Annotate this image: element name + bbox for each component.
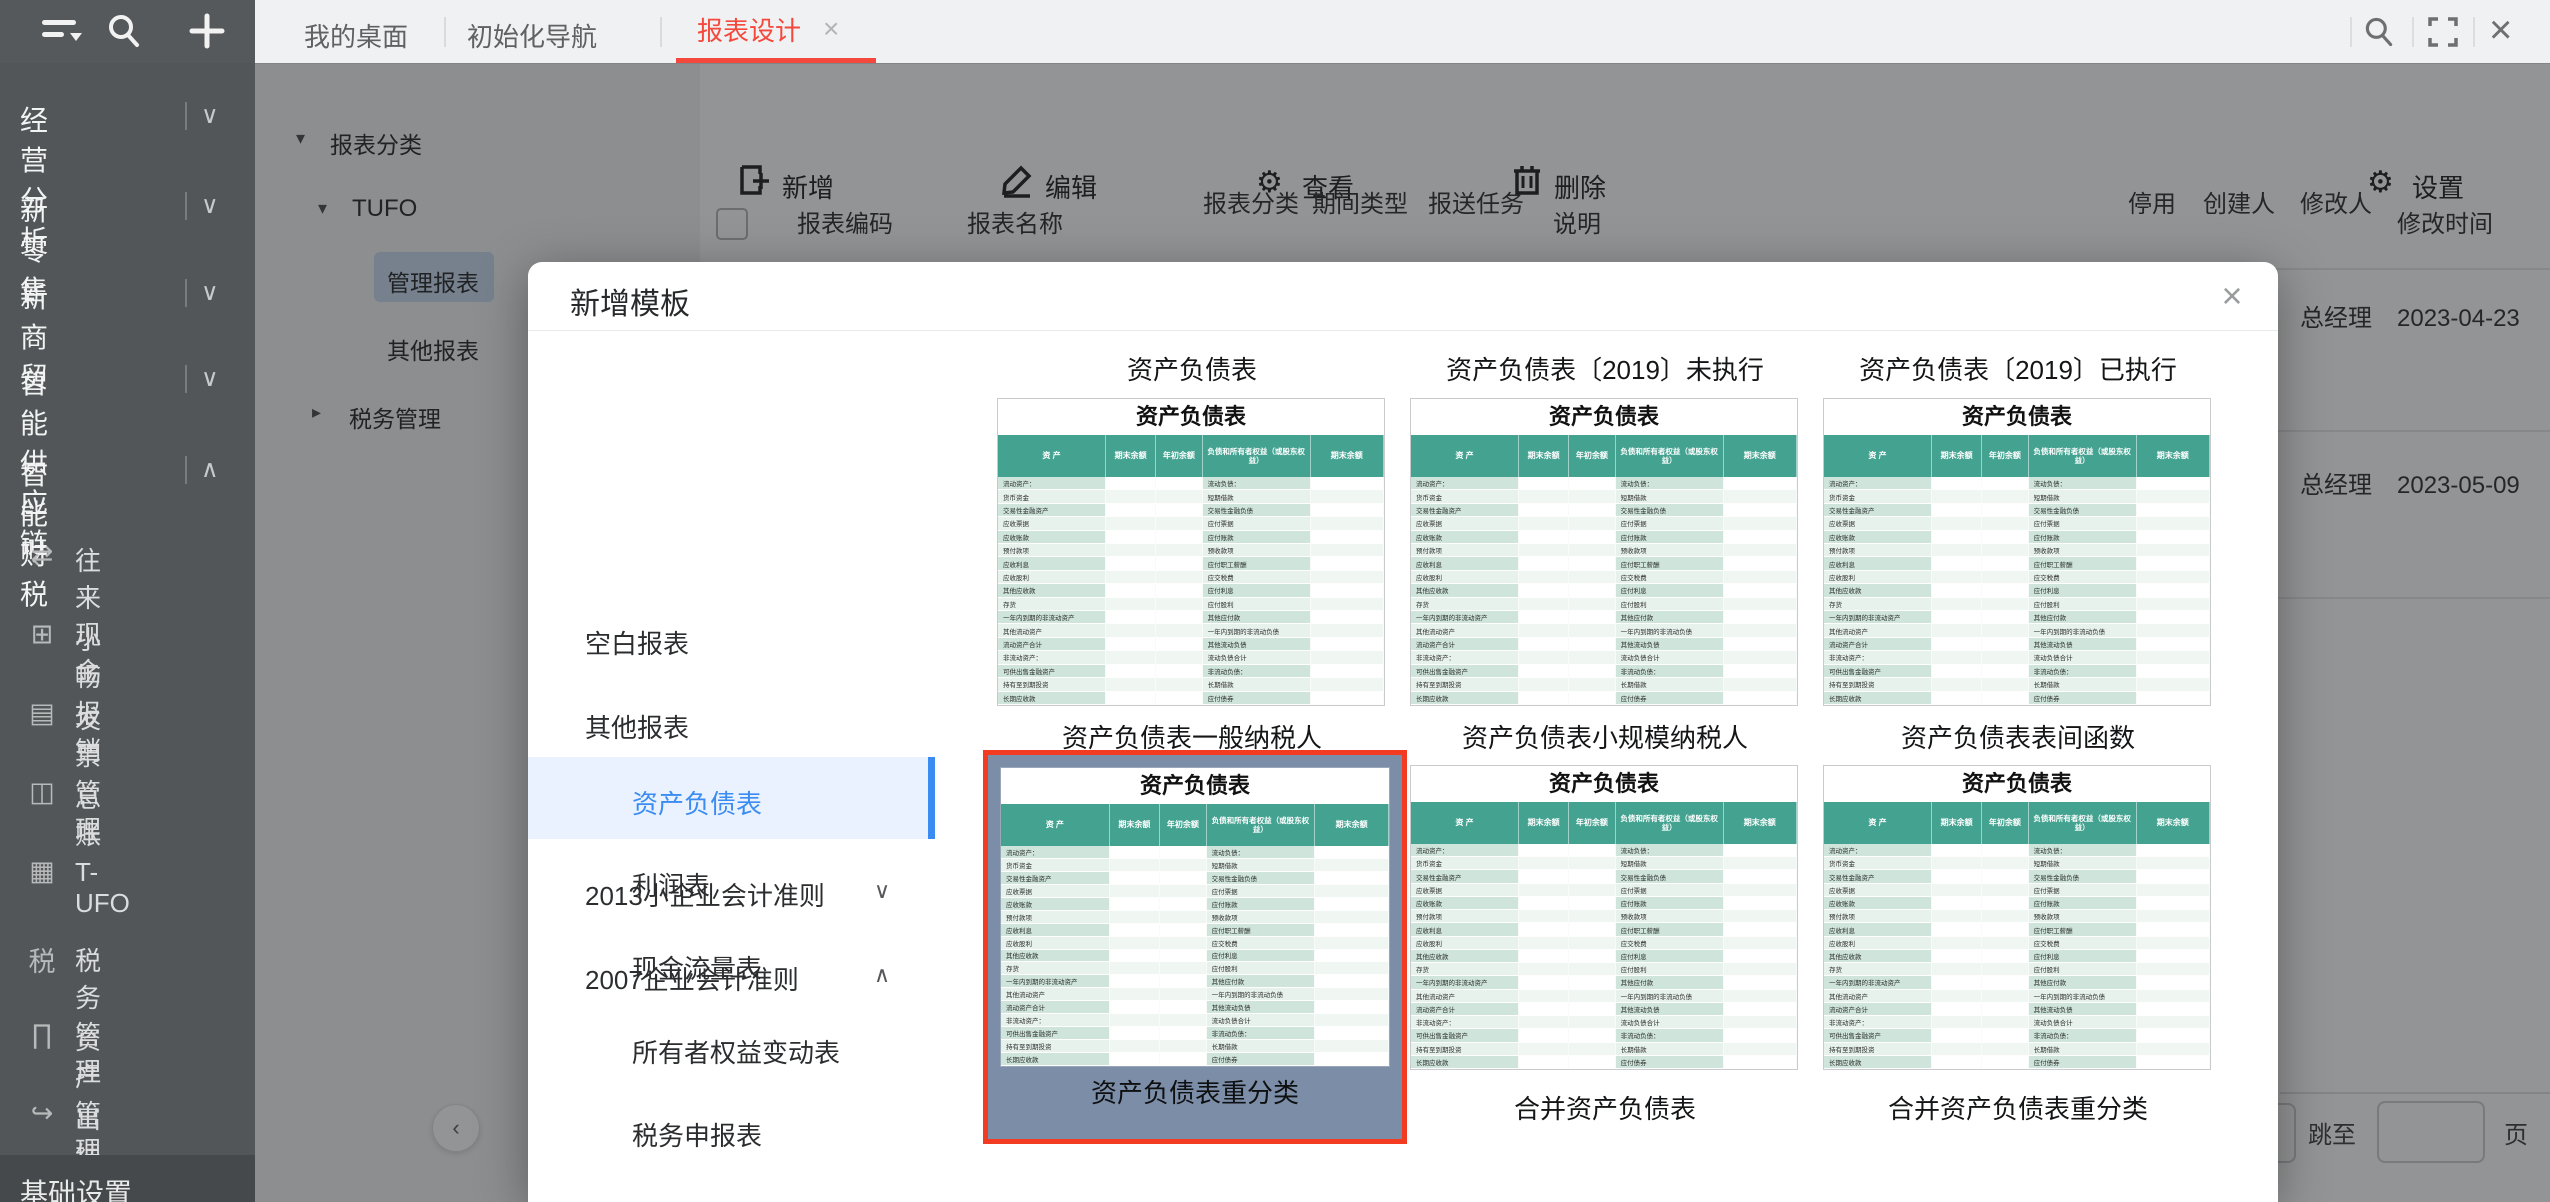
balance-sheet-thumbnail: 资产负债表资 产期末余额 年初余额 负债和所有者权益（或股东权益） 期末余额 流动资产：… (1824, 766, 2210, 1069)
chevron-up-icon[interactable]: ∧ (201, 455, 219, 484)
template-label: 合并资产负债表 (1513, 1094, 1696, 1124)
tab-report-design-label: 报表设计 (697, 15, 802, 46)
template-nav-cash-flow[interactable]: 现金流量表 (632, 949, 762, 986)
ledger-icon: ◫ (29, 777, 55, 807)
sidebar-header (0, 0, 255, 63)
template-card-general-taxpayer[interactable]: 资产负债表资 产期末余额 年初余额 负债和所有者权益（或股东权益） 期末余额 流动资产：… (997, 398, 1385, 706)
divider (185, 456, 187, 484)
template-nav-blank-report[interactable]: 空白报表 (585, 624, 689, 661)
chevron-down-icon[interactable]: ∨ (201, 364, 219, 393)
plus-icon[interactable] (188, 12, 226, 50)
tax-card-icon: 税 (28, 947, 56, 977)
blocks-plus-icon: ⊞ (30, 619, 54, 649)
template-label: 资产负债表 (1126, 355, 1257, 385)
template-card-small-scale-taxpayer[interactable]: 资产负债表资 产期末余额 年初余额 负债和所有者权益（或股东权益） 期末余额 流动资产：… (1410, 398, 1798, 706)
sidebar-item-t-ufo[interactable]: T-UFO (75, 857, 130, 919)
balance-sheet-thumbnail: 资产负债表资 产期末余额 年初余额 负债和所有者权益（或股东权益） 期末余额 流动资产：… (1000, 767, 1390, 1067)
global-search-icon[interactable] (2362, 15, 2396, 49)
sidebar-item-basic-settings[interactable]: 基础设置 (0, 1155, 255, 1202)
template-card-consolidated[interactable]: 资产负债表资 产期末余额 年初余额 负债和所有者权益（或股东权益） 期末余额 流动资产：… (1410, 765, 1798, 1070)
chevron-down-icon[interactable]: ∨ (201, 101, 219, 130)
tab-report-design[interactable]: 报表设计 × (676, 0, 876, 63)
divider (185, 192, 187, 220)
doc-arrow-icon: ↪ (30, 1098, 54, 1128)
divider (185, 102, 187, 130)
icon-divider (2473, 17, 2475, 47)
invoice-icon: ▤ (29, 698, 55, 728)
template-card-reclassified-selected[interactable]: 资产负债表资 产期末余额 年初余额 负债和所有者权益（或股东权益） 期末余额 流动资产：… (983, 750, 1407, 1144)
template-label: 合并资产负债表重分类 (1887, 1094, 2148, 1124)
balance-sheet-thumbnail: 资产负债表资 产期末余额 年初余额 负债和所有者权益（或股东权益） 期末余额 流动资产：… (1411, 766, 1797, 1069)
selected-template-label: 资产负债表重分类 (1090, 1078, 1299, 1108)
basic-settings-label: 基础设置 (20, 1178, 133, 1202)
divider (185, 365, 187, 393)
icon-divider (2350, 17, 2352, 47)
app-root: 我的桌面 初始化导航 报表设计 × × 经营分析 ∨ 新零售 ∨ 新商贸 ∨ 智… (0, 0, 2550, 1202)
tab-bar (255, 0, 2550, 64)
template-nav-other-reports[interactable]: 其他报表 (585, 708, 689, 745)
chevron-down-icon[interactable]: ∨ (201, 191, 219, 220)
sidebar-item-smart-finance-tax[interactable]: 智能财税 (20, 453, 49, 613)
template-label: 资产负债表〔2019〕已执行 (1859, 355, 2177, 385)
balance-sheet-thumbnail: 资产负债表资 产期末余额 年初余额 负债和所有者权益（或股东权益） 期末余额 流动资产：… (998, 399, 1384, 705)
template-card-consolidated-reclassified[interactable]: 资产负债表资 产期末余额 年初余额 负债和所有者权益（或股东权益） 期末余额 流动资产：… (1823, 765, 2211, 1070)
sidebar-item-general-ledger[interactable]: 总账 (75, 778, 101, 852)
template-nav-balance-sheet[interactable]: 资产负债表 (632, 784, 762, 821)
template-nav-tax-declaration[interactable]: 税务申报表 (632, 1116, 762, 1153)
template-label: 资产负债表〔2019〕未执行 (1446, 355, 1764, 385)
tab-init-nav[interactable]: 初始化导航 (467, 17, 597, 54)
ufo-building-icon: ▦ (29, 856, 55, 886)
divider (185, 279, 187, 307)
tab-divider (444, 17, 446, 47)
window-close-icon[interactable]: × (2489, 8, 2512, 53)
template-card-cross-sheet-function[interactable]: 资产负债表资 产期末余额 年初余额 负债和所有者权益（或股东权益） 期末余额 流动资产：… (1823, 398, 2211, 706)
tab-divider (660, 17, 662, 47)
menu-icon[interactable] (40, 18, 86, 46)
tab-close-icon[interactable]: × (823, 13, 839, 45)
modal-title: 新增模板 (570, 288, 690, 321)
modal-close-icon[interactable]: × (2210, 274, 2254, 318)
modal-header: 新增模板 × (528, 262, 2278, 331)
template-label: 资产负债表小规模纳税人 (1461, 723, 1748, 753)
icon-divider (2412, 17, 2414, 47)
chevron-down-icon[interactable]: ∨ (874, 878, 890, 904)
transfer-arrows-icon: ⇄ (30, 540, 54, 570)
chevron-up-icon[interactable]: ∧ (874, 962, 890, 988)
add-template-modal: 新增模板 × 空白报表 其他报表 管理报表 2013小企业会计准则 ∨ 2007… (528, 262, 2278, 1202)
tab-my-desktop[interactable]: 我的桌面 (304, 17, 408, 54)
search-icon[interactable] (105, 12, 143, 50)
template-nav-equity-changes[interactable]: 所有者权益变动表 (632, 1033, 840, 1070)
template-nav-income-statement[interactable]: 利润表 (632, 866, 710, 903)
template-label: 资产负债表表间函数 (1900, 723, 2135, 753)
balance-sheet-thumbnail: 资产负债表资 产期末余额 年初余额 负债和所有者权益（或股东权益） 期末余额 流动资产：… (1824, 399, 2210, 705)
fullscreen-icon[interactable] (2427, 16, 2459, 48)
bank-columns-icon: ∏ (30, 1019, 54, 1049)
balance-sheet-thumbnail: 资产负债表资 产期末余额 年初余额 负债和所有者权益（或股东权益） 期末余额 流动资产：… (1411, 399, 1797, 705)
nav-selected-bar (928, 757, 935, 839)
chevron-down-icon[interactable]: ∨ (201, 278, 219, 307)
